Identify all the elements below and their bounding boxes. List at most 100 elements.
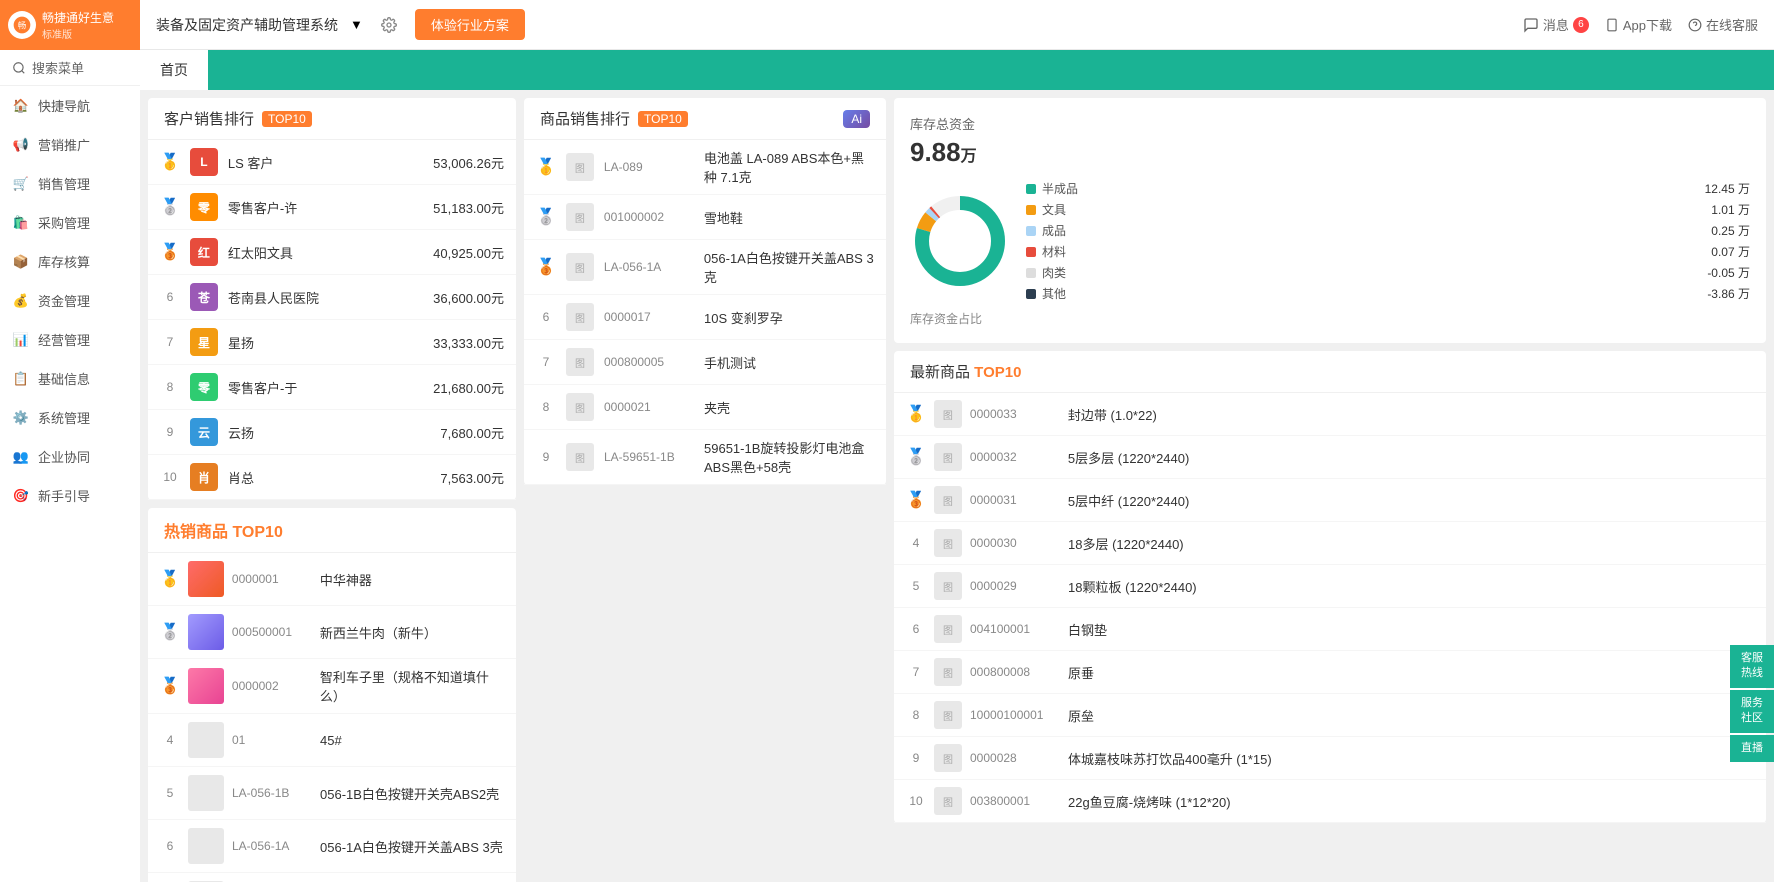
online-service-link[interactable]: 在线客服 [1688,15,1758,34]
settings-button[interactable] [375,11,403,39]
inventory-amount: 9.88万 [910,137,1750,168]
newest-product-name: 18颗粒板 (1220*2440) [1068,577,1754,596]
customer-name: 苍南县人民医院 [228,288,423,307]
customer-badge: 苍 [190,283,218,311]
product-code: 001000002 [604,210,694,224]
left-column: 客户销售排行 TOP10 🥇 L LS 客户 53,006.26元 🥈 零 零售… [140,90,520,882]
product-img: 图 [566,348,594,376]
system-title: 装备及固定资产辅助管理系统 [156,15,338,35]
float-btn-live[interactable]: 直播 [1730,735,1774,762]
newest-product-code: 003800001 [970,794,1060,808]
rank-number: 5 [906,579,926,593]
product-rank-item: 6 图 0000017 10S 变刹罗孕 [524,295,886,340]
legend-dot-6 [1026,289,1036,299]
customer-badge: 星 [190,328,218,356]
tab-home[interactable]: 首页 [140,50,208,90]
inventory-title: 库存总资金 [910,114,1750,133]
sidebar-item-yingxiao[interactable]: 📢 营销推广 [0,125,140,164]
inventory-legend: 半成品 12.45 万 文具 1.01 万 成品 0.25 万 [1026,180,1750,302]
sidebar-item-xitong[interactable]: ⚙️ 系统管理 [0,398,140,437]
customer-name: 零售客户-于 [228,378,423,397]
float-btn-service[interactable]: 客服热线 [1730,645,1774,688]
newest-product-img: 图 [934,744,962,772]
logo-icon: 畅 [8,11,36,39]
customer-amount: 51,183.00元 [433,198,504,217]
logo-text: 畅捷通好生意 标准版 [42,9,114,41]
bag-icon: 🛍️ [12,214,30,232]
newest-product-img: 图 [934,529,962,557]
float-btn-community[interactable]: 服务社区 [1730,690,1774,733]
top10-badge: TOP10 [262,111,312,127]
newest-product-item: 10 图 003800001 22g鱼豆腐-烧烤味 (1*12*20) [894,780,1766,823]
product-ranking-list: 🥇 图 LA-089 电池盖 LA-089 ABS本色+黑种 7.1克 🥈 图 … [524,140,886,485]
sidebar-item-jingying[interactable]: 📊 经营管理 [0,320,140,359]
middle-column: 商品销售排行 TOP10 Ai 🥇 图 LA-089 电池盖 LA-089 AB… [520,90,890,882]
topbar: 装备及固定资产辅助管理系统 ▼ 体验行业方案 消息 6 App下载 在线客服 [140,0,1774,50]
legend-dot-4 [1026,247,1036,257]
newest-product-img: 图 [934,486,962,514]
hot-product-code: 01 [232,733,312,747]
app-download-link[interactable]: App下载 [1605,15,1672,34]
customer-amount: 7,680.00元 [440,423,504,442]
try-plan-button[interactable]: 体验行业方案 [415,9,525,40]
hot-product-name: 45# [320,733,504,748]
cart-icon: 🛒 [12,175,30,193]
product-rank-item: 🥈 图 001000002 雪地鞋 [524,195,886,240]
product-code: LA-056-1A [604,260,694,274]
hot-product-item: 4 01 45# [148,714,516,767]
newest-product-name: 原垂 [1068,663,1754,682]
product-code: 000800005 [604,355,694,369]
product-code: LA-59651-1B [604,450,694,464]
sidebar-item-kucun[interactable]: 📦 库存核算 [0,242,140,281]
hot-product-img [188,614,224,650]
customer-rank-item: 🥉 红 红太阳文具 40,925.00元 [148,230,516,275]
sidebar-item-xinshou[interactable]: 🎯 新手引导 [0,476,140,515]
newest-product-item: 5 图 0000029 18颗粒板 (1220*2440) [894,565,1766,608]
medal-gold-icon: 🥇 [160,152,180,172]
newest-products-panel: 最新商品 TOP10 🥇 图 0000033 封边带 (1.0*22) 🥈 图 … [894,351,1766,823]
newest-product-img: 图 [934,701,962,729]
dropdown-arrow[interactable]: ▼ [350,17,363,32]
rank-number: 10 [160,470,180,484]
rank-number: 9 [160,425,180,439]
newest-product-img: 图 [934,400,962,428]
newest-product-item: 🥉 图 0000031 5层中纤 (1220*2440) [894,479,1766,522]
newest-product-code: 0000029 [970,579,1060,593]
hot-product-img [188,828,224,864]
ai-badge[interactable]: Ai [843,110,870,128]
medal-gold-icon: 🥇 [536,157,556,177]
customer-amount: 36,600.00元 [433,288,504,307]
gear-icon: ⚙️ [12,409,30,427]
box-icon: 📦 [12,253,30,271]
newest-product-code: 10000100001 [970,708,1060,722]
hot-product-img [188,775,224,811]
search-menu[interactable]: 搜索菜单 [0,50,140,86]
sidebar-item-xiaoshou[interactable]: 🛒 销售管理 [0,164,140,203]
customer-name: 云扬 [228,423,430,442]
sidebar-item-zijin[interactable]: 💰 资金管理 [0,281,140,320]
customer-rank-item: 7 星 星扬 33,333.00元 [148,320,516,365]
rank-number: 7 [536,355,556,369]
customer-amount: 40,925.00元 [433,243,504,262]
hot-product-item: 🥇 0000001 中华神器 [148,553,516,606]
sidebar-item-kuaijie[interactable]: 🏠 快捷导航 [0,86,140,125]
newest-product-name: 22g鱼豆腐-烧烤味 (1*12*20) [1068,792,1754,811]
customer-name: LS 客户 [228,153,423,172]
sidebar-item-jichu[interactable]: 📋 基础信息 [0,359,140,398]
rank-number: 8 [160,380,180,394]
medal-bronze-icon: 🥉 [160,242,180,262]
inventory-chart-area: 半成品 12.45 万 文具 1.01 万 成品 0.25 万 [910,180,1750,302]
newest-product-name: 18多层 (1220*2440) [1068,534,1754,553]
customer-amount: 7,563.00元 [440,468,504,487]
legend-dot-2 [1026,205,1036,215]
newest-product-name: 5层多层 (1220*2440) [1068,448,1754,467]
newest-products-header: 最新商品 TOP10 [894,351,1766,393]
rank-number: 6 [160,839,180,853]
sidebar-item-caigou[interactable]: 🛍️ 采购管理 [0,203,140,242]
sidebar-item-qiye[interactable]: 👥 企业协同 [0,437,140,476]
message-link[interactable]: 消息 6 [1523,15,1589,34]
product-name: 10S 变刹罗孕 [704,308,874,327]
medal-silver-icon: 🥈 [906,447,926,467]
legend-item-6: 其他 -3.86 万 [1026,285,1750,302]
product-img: 图 [566,203,594,231]
